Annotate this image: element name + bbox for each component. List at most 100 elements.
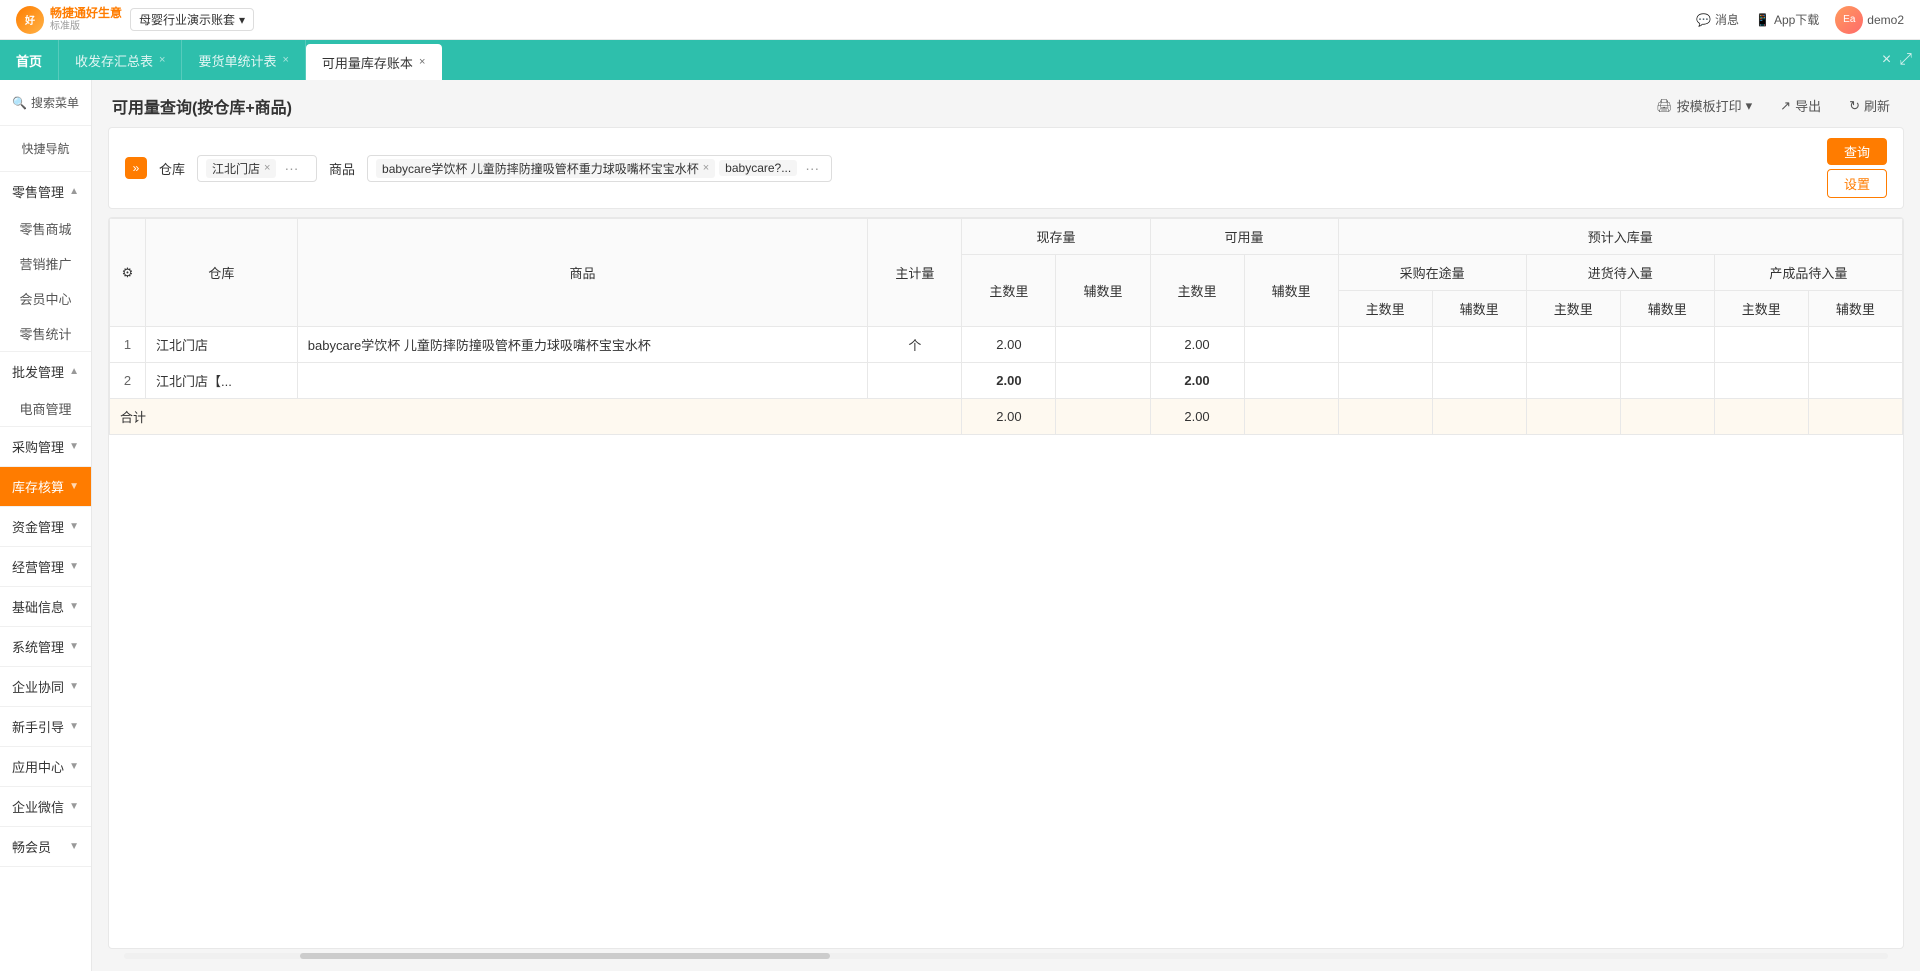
total-product-main: [1714, 399, 1808, 435]
warehouse-filter-more[interactable]: ···: [280, 160, 302, 176]
tab-close-demand[interactable]: ×: [282, 54, 288, 66]
row-1-incoming-main: [1526, 327, 1620, 363]
total-incoming-sub: [1620, 399, 1714, 435]
sidebar-item-retail-mall[interactable]: 零售商城: [0, 211, 91, 246]
industry-selector[interactable]: 母婴行业演示账套 ▾: [130, 8, 254, 31]
chevron-print-icon: ▾: [1746, 98, 1753, 114]
page-title: 可用量查询(按仓库+商品): [112, 94, 292, 118]
row-1-num: 1: [110, 327, 146, 363]
product-filter-tag2: babycare?...: [719, 160, 797, 176]
sidebar-section-wechat-header[interactable]: 企业微信 ▼: [0, 787, 91, 826]
row-1-product-sub: [1808, 327, 1902, 363]
collapse-wechat-icon: ▼: [69, 801, 79, 812]
close-all-tabs-btn[interactable]: ×: [1882, 51, 1891, 69]
row-2-product-sub: [1808, 363, 1902, 399]
product-tag1-close[interactable]: ×: [703, 162, 709, 174]
sidebar-section-guide-header[interactable]: 新手引导 ▼: [0, 707, 91, 746]
total-row: 合计 2.00 2.00: [110, 399, 1903, 435]
row-1-stock-main: 2.00: [962, 327, 1056, 363]
sidebar-section-vip-header[interactable]: 畅会员 ▼: [0, 827, 91, 866]
th-settings[interactable]: ⚙: [110, 219, 146, 327]
tab-home[interactable]: 首页: [0, 40, 59, 80]
sidebar-section-inventory-header[interactable]: 库存核算 ▼: [0, 467, 91, 506]
total-product-sub: [1808, 399, 1902, 435]
quick-nav-btn[interactable]: 快捷导航: [8, 134, 83, 163]
sidebar-item-member-center[interactable]: 会员中心: [0, 281, 91, 316]
tab-receive-summary[interactable]: 收发存汇总表 ×: [59, 40, 182, 80]
total-purchase-sub: [1432, 399, 1526, 435]
collapse-purchase-icon: ▼: [69, 441, 79, 452]
sidebar-section-wholesale: 批发管理 ▲ 电商管理: [0, 352, 91, 427]
tab-close-receive[interactable]: ×: [159, 54, 165, 66]
sidebar-section-vip: 畅会员 ▼: [0, 827, 91, 867]
template-print-btn[interactable]: 🖨 按模板打印 ▾: [1646, 92, 1762, 119]
message-icon: 💬: [1696, 13, 1711, 27]
product-filter-label: 商品: [329, 159, 355, 178]
message-btn[interactable]: 💬 消息: [1696, 11, 1739, 28]
query-btn[interactable]: 查询: [1827, 138, 1887, 165]
row-2-warehouse: 江北门店【...: [146, 363, 298, 399]
collapse-retail-icon: ▲: [69, 186, 79, 197]
sidebar-item-marketing[interactable]: 营销推广: [0, 246, 91, 281]
collapse-guide-icon: ▼: [69, 721, 79, 732]
collapse-vip-icon: ▼: [69, 841, 79, 852]
row-2-unit: [868, 363, 962, 399]
tab-close-available[interactable]: ×: [419, 56, 425, 68]
sidebar-section-system-header[interactable]: 系统管理 ▼: [0, 627, 91, 666]
settings-icon: ⚙: [122, 265, 134, 280]
row-2-purchase-main: [1338, 363, 1432, 399]
row-2-available-main: 2.00: [1150, 363, 1244, 399]
logo-area: 好 畅捷通好生意 标准版: [16, 6, 122, 34]
row-1-stock-sub: [1056, 327, 1150, 363]
row-1-unit: 个: [868, 327, 962, 363]
setting-btn[interactable]: 设置: [1827, 169, 1887, 198]
search-menu-btn[interactable]: 🔍 搜索菜单: [8, 88, 83, 117]
th-stock-main: 主数里: [962, 255, 1056, 327]
collapse-basic-icon: ▼: [69, 601, 79, 612]
refresh-btn[interactable]: ↻ 刷新: [1839, 92, 1900, 119]
user-avatar-btn[interactable]: Ea demo2: [1835, 6, 1904, 34]
export-btn[interactable]: ↗ 导出: [1770, 92, 1831, 119]
collapse-appcenter-icon: ▼: [69, 761, 79, 772]
sidebar-section-finance-header[interactable]: 资金管理 ▼: [0, 507, 91, 546]
top-bar-right: 💬 消息 📱 App下载 Ea demo2: [1696, 6, 1904, 34]
avatar: Ea: [1835, 6, 1863, 34]
sidebar-section-appcenter-header[interactable]: 应用中心 ▼: [0, 747, 91, 786]
sidebar-section-retail-header[interactable]: 零售管理 ▲: [0, 172, 91, 211]
sidebar-section-wholesale-header[interactable]: 批发管理 ▲: [0, 352, 91, 391]
th-incoming-sub: 辅数里: [1620, 291, 1714, 327]
product-filter-tag1: babycare学饮杯 儿童防摔防撞吸管杯重力球吸嘴杯宝宝水杯 ×: [376, 159, 715, 178]
sidebar-section-basic-header[interactable]: 基础信息 ▼: [0, 587, 91, 626]
tab-demand-stats[interactable]: 要货单统计表 ×: [182, 40, 305, 80]
tab-available-stock[interactable]: 可用量库存账本 ×: [306, 44, 442, 80]
th-available-sub: 辅数里: [1244, 255, 1338, 327]
fullscreen-btn[interactable]: ⤢: [1899, 51, 1912, 69]
horizontal-scrollbar-thumb[interactable]: [300, 953, 829, 959]
collapse-inventory-icon: ▼: [69, 481, 79, 492]
sidebar-section-enterprise-header[interactable]: 企业协同 ▼: [0, 667, 91, 706]
collapse-business-icon: ▼: [69, 561, 79, 572]
horizontal-scrollbar-track[interactable]: [124, 953, 1888, 959]
sidebar-item-retail-stats[interactable]: 零售统计: [0, 316, 91, 351]
warehouse-tag-close[interactable]: ×: [264, 162, 270, 174]
sidebar-search-area: 🔍 搜索菜单: [0, 80, 91, 126]
filter-row: 仓库 江北门店 × ··· 商品 babycare学饮杯 儿童防摔防撞吸管杯重力…: [159, 155, 1815, 182]
total-incoming-main: [1526, 399, 1620, 435]
sidebar-section-system: 系统管理 ▼: [0, 627, 91, 667]
chevron-down-icon: ▾: [239, 13, 245, 27]
sidebar-section-business-header[interactable]: 经营管理 ▼: [0, 547, 91, 586]
collapse-wholesale-icon: ▲: [69, 366, 79, 377]
warehouse-filter-input[interactable]: 江北门店 × ···: [197, 155, 317, 182]
filter-expand-btn[interactable]: »: [125, 157, 147, 179]
th-purchase-group: 采购在途量: [1338, 255, 1526, 291]
product-filter-input[interactable]: babycare学饮杯 儿童防摔防撞吸管杯重力球吸嘴杯宝宝水杯 × babyca…: [367, 155, 832, 182]
app-download-btn[interactable]: 📱 App下载: [1755, 11, 1819, 28]
product-filter-more[interactable]: ···: [801, 160, 823, 176]
row-1-warehouse: 江北门店: [146, 327, 298, 363]
sidebar-item-ecommerce[interactable]: 电商管理: [0, 391, 91, 426]
th-purchase-sub: 辅数里: [1432, 291, 1526, 327]
sidebar-section-purchase-header[interactable]: 采购管理 ▼: [0, 427, 91, 466]
quick-nav-area: 快捷导航: [0, 126, 91, 172]
sidebar-section-wechat: 企业微信 ▼: [0, 787, 91, 827]
th-incoming-main: 主数里: [1526, 291, 1620, 327]
